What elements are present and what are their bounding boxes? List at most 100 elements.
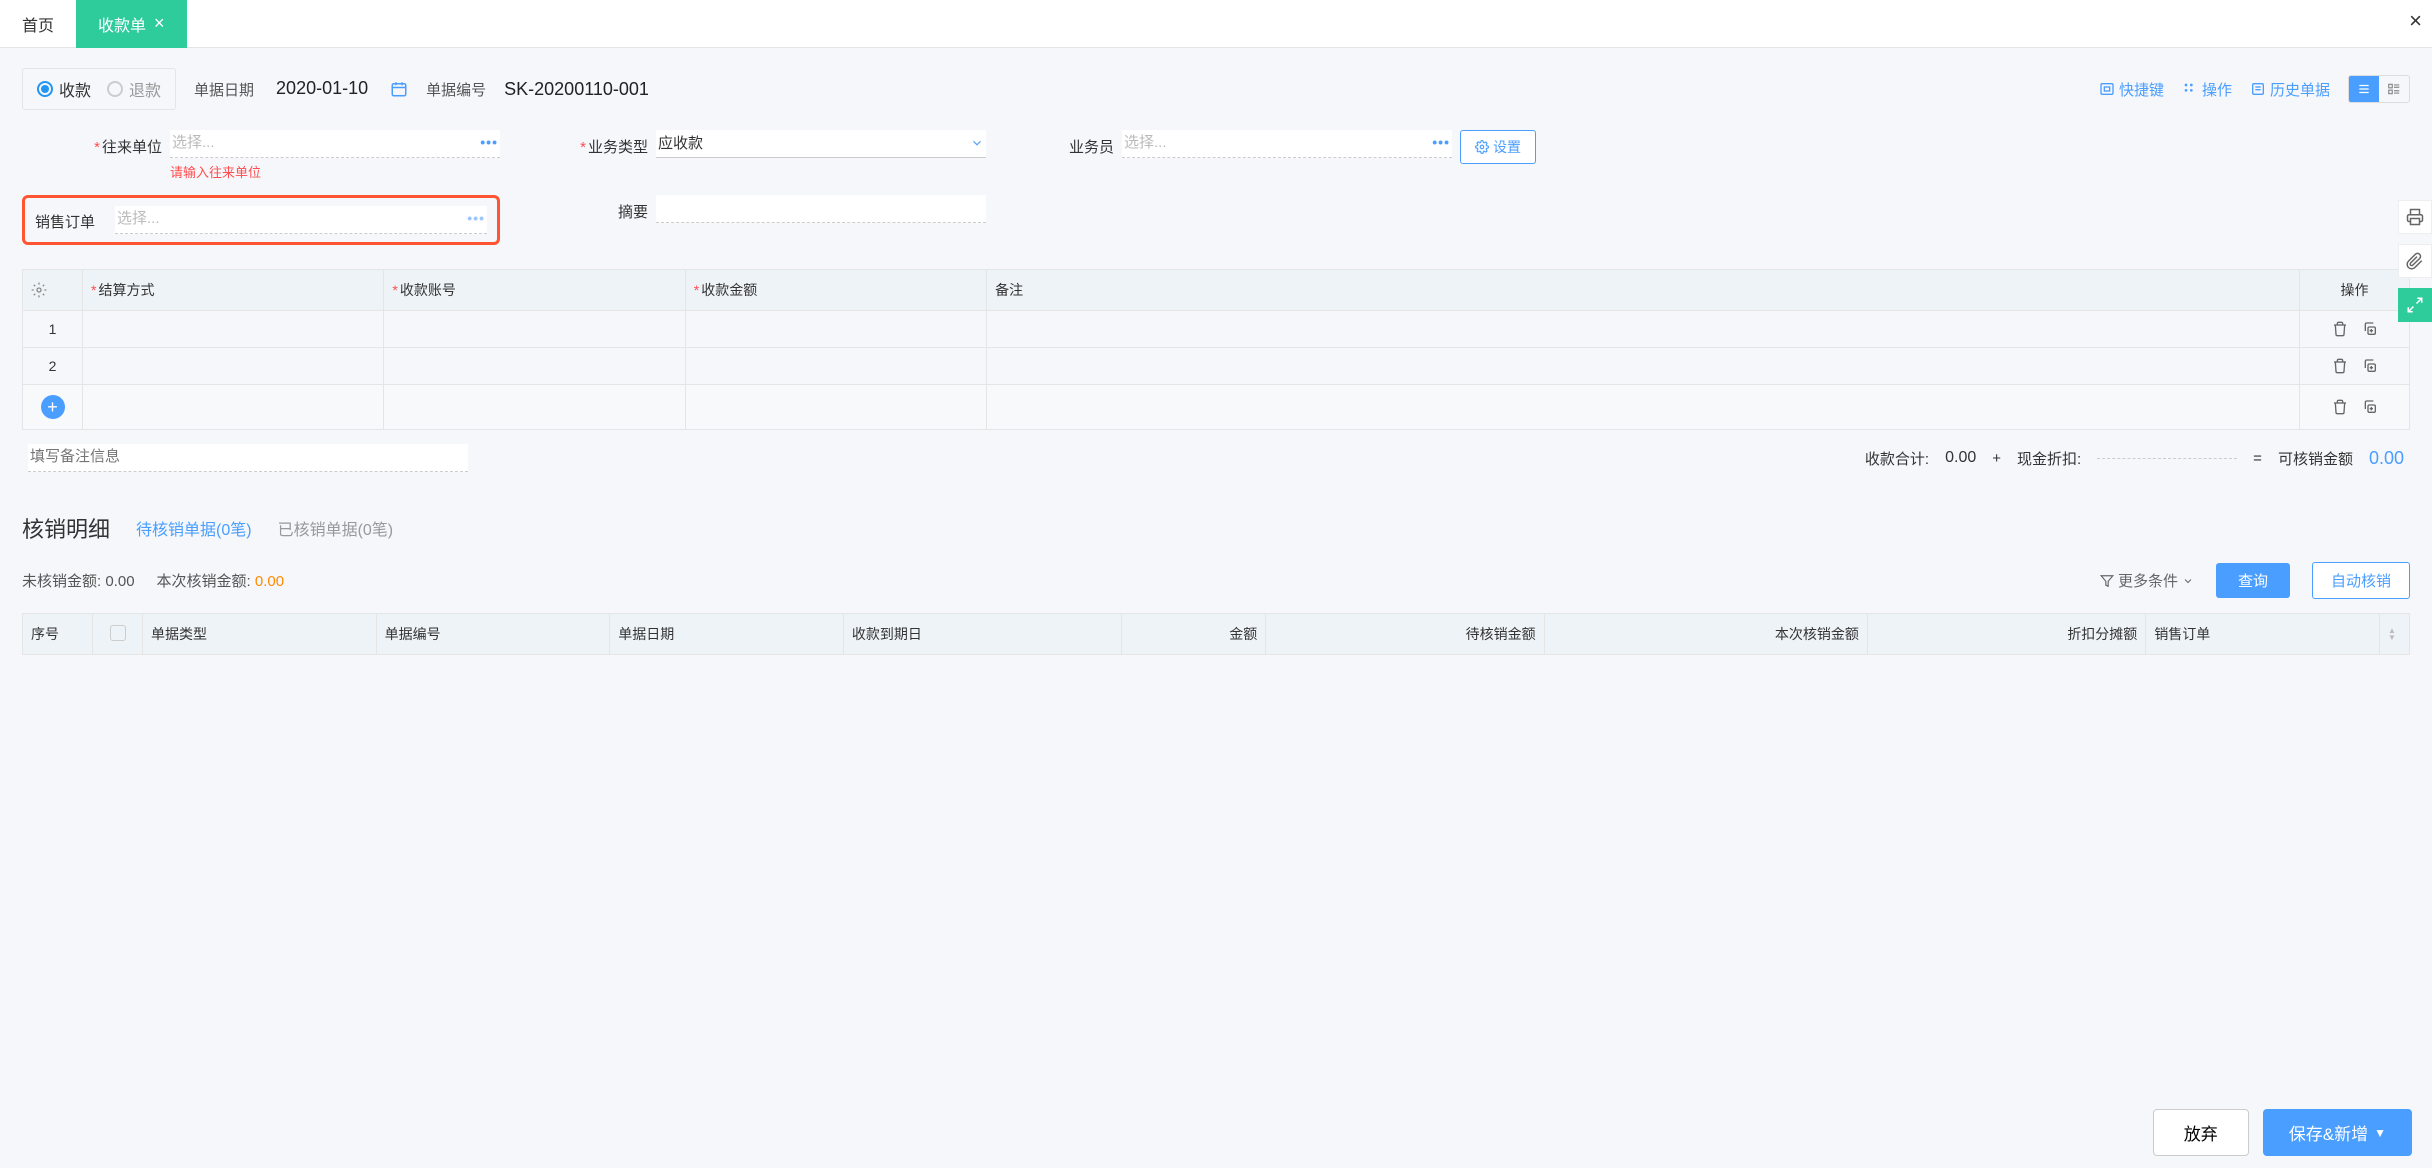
- col-seq: 序号: [23, 614, 93, 655]
- date-label: 单据日期: [194, 79, 254, 100]
- close-page-icon[interactable]: ×: [2409, 8, 2422, 34]
- total-label: 收款合计:: [1865, 448, 1929, 469]
- biztype-field: [656, 130, 986, 158]
- col-no: 单据编号: [376, 614, 610, 655]
- col-due: 收款到期日: [843, 614, 1121, 655]
- ellipsis-icon[interactable]: •••: [1432, 134, 1450, 150]
- partner-error: 请输入往来单位: [170, 162, 500, 181]
- radio-icon: [107, 81, 123, 97]
- print-icon[interactable]: [2398, 200, 2432, 234]
- chevron-down-icon[interactable]: [970, 136, 984, 150]
- date-value[interactable]: 2020-01-10: [272, 76, 372, 102]
- col-order: 销售订单: [2146, 614, 2380, 655]
- col-type: 单据类型: [143, 614, 377, 655]
- writeoff-section-header: 核销明细 待核销单据(0笔) 已核销单据(0笔): [22, 512, 2410, 544]
- no-label: 单据编号: [426, 79, 486, 100]
- biztype-label: *业务类型: [508, 130, 648, 157]
- shortcut-label: 快捷键: [2119, 79, 2164, 100]
- settings-label: 设置: [1493, 137, 1521, 157]
- radio-collect[interactable]: 收款: [37, 77, 91, 101]
- save-label: 保存&新增: [2289, 1120, 2368, 1145]
- salesorder-input[interactable]: [115, 206, 487, 234]
- col-pending: 待核销金额: [1266, 614, 1544, 655]
- history-link[interactable]: 历史单据: [2250, 79, 2330, 100]
- chevron-down-icon: ▼: [2374, 1126, 2386, 1140]
- partner-field: ••• 请输入往来单位: [170, 130, 500, 181]
- save-button[interactable]: 保存&新增 ▼: [2263, 1109, 2412, 1156]
- col-discount: 折扣分摊额: [1867, 614, 2145, 655]
- discount-input[interactable]: [2097, 458, 2237, 459]
- discount-label: 现金折扣:: [2017, 448, 2081, 469]
- no-value: SK-20200110-001: [504, 79, 649, 100]
- settings-button[interactable]: 设置: [1460, 130, 1536, 164]
- summary-label: 摘要: [508, 195, 648, 222]
- ellipsis-icon[interactable]: •••: [480, 134, 498, 150]
- copy-icon[interactable]: [2362, 321, 2378, 337]
- col-thistime: 本次核销金额: [1544, 614, 1867, 655]
- col-check[interactable]: [93, 614, 143, 655]
- delete-icon[interactable]: [2332, 399, 2348, 415]
- query-button[interactable]: 查询: [2216, 563, 2290, 598]
- table-row: 2: [23, 348, 2410, 385]
- col-sort[interactable]: ▲▼: [2380, 614, 2410, 655]
- payment-table: *结算方式 *收款账号 *收款金额 备注 操作 1 2 +: [22, 269, 2410, 430]
- delete-icon[interactable]: [2332, 358, 2348, 374]
- copy-icon[interactable]: [2362, 399, 2378, 415]
- table-row: 1: [23, 311, 2410, 348]
- col-amount: *收款金额: [685, 270, 986, 311]
- attachment-icon[interactable]: [2398, 244, 2432, 278]
- total-value: 0.00: [1945, 449, 1976, 467]
- view-list-icon[interactable]: [2349, 76, 2379, 102]
- summary-line: 收款合计: 0.00 + 现金折扣: = 可核销金额 0.00: [22, 430, 2410, 486]
- view-detail-icon[interactable]: [2379, 76, 2409, 102]
- table-add-row: +: [23, 385, 2410, 430]
- filter-row: 未核销金额: 0.00 本次核销金额: 0.00 更多条件 查询 自动核销: [22, 562, 2410, 599]
- calendar-icon[interactable]: [390, 80, 408, 98]
- ellipsis-icon[interactable]: •••: [467, 210, 485, 226]
- tab-bar: 首页 收款单 × ×: [0, 0, 2432, 48]
- tab-receipt[interactable]: 收款单 ×: [76, 0, 187, 48]
- view-toggle: [2348, 75, 2410, 103]
- col-remark: 备注: [987, 270, 2300, 311]
- more-filter-label: 更多条件: [2118, 570, 2178, 591]
- biztype-input[interactable]: [656, 130, 986, 158]
- summary-field: [656, 195, 986, 223]
- radio-icon: [37, 81, 53, 97]
- close-icon[interactable]: ×: [154, 13, 165, 34]
- writeoff-label: 可核销金额: [2278, 448, 2353, 469]
- history-label: 历史单据: [2270, 79, 2330, 100]
- tab-receipt-label: 收款单: [98, 12, 146, 36]
- operate-label: 操作: [2202, 79, 2232, 100]
- cancel-button[interactable]: 放弃: [2153, 1109, 2249, 1156]
- radio-refund[interactable]: 退款: [107, 77, 161, 101]
- col-date: 单据日期: [610, 614, 844, 655]
- expand-icon[interactable]: [2398, 288, 2432, 322]
- salesorder-label: 销售订单: [35, 209, 105, 232]
- salesorder-highlight: 销售订单 •••: [22, 195, 500, 245]
- type-radio-group: 收款 退款: [22, 68, 176, 110]
- remark-input[interactable]: [28, 444, 468, 472]
- summary-input[interactable]: [656, 195, 986, 223]
- clerk-input[interactable]: [1122, 130, 1452, 158]
- form-grid: *往来单位 ••• 请输入往来单位 *业务类型 业务员 ••• 设置: [22, 130, 2410, 245]
- more-filter-link[interactable]: 更多条件: [2100, 570, 2194, 591]
- shortcut-link[interactable]: 快捷键: [2099, 79, 2164, 100]
- writeoff-table: 序号 单据类型 单据编号 单据日期 收款到期日 金额 待核销金额 本次核销金额 …: [22, 613, 2410, 655]
- clerk-field: •••: [1122, 130, 1452, 158]
- tab-home[interactable]: 首页: [0, 0, 76, 48]
- auto-writeoff-button[interactable]: 自动核销: [2312, 562, 2410, 599]
- operate-link[interactable]: 操作: [2182, 79, 2232, 100]
- copy-icon[interactable]: [2362, 358, 2378, 374]
- tab-pending[interactable]: 待核销单据(0笔): [136, 516, 252, 540]
- plus-sign: +: [1992, 450, 2001, 467]
- add-row-icon[interactable]: +: [41, 395, 65, 419]
- header-row: 收款 退款 单据日期 2020-01-10 单据编号 SK-20200110-0…: [22, 68, 2410, 110]
- delete-icon[interactable]: [2332, 321, 2348, 337]
- col-account: *收款账号: [384, 270, 685, 311]
- thiswrite-label: 本次核销金额: 0.00: [157, 570, 285, 591]
- tab-done[interactable]: 已核销单据(0笔): [278, 516, 394, 540]
- footer-actions: 放弃 保存&新增 ▼: [2153, 1109, 2412, 1156]
- partner-input[interactable]: [170, 130, 500, 158]
- gear-header[interactable]: [23, 270, 83, 311]
- col-action: 操作: [2300, 270, 2410, 311]
